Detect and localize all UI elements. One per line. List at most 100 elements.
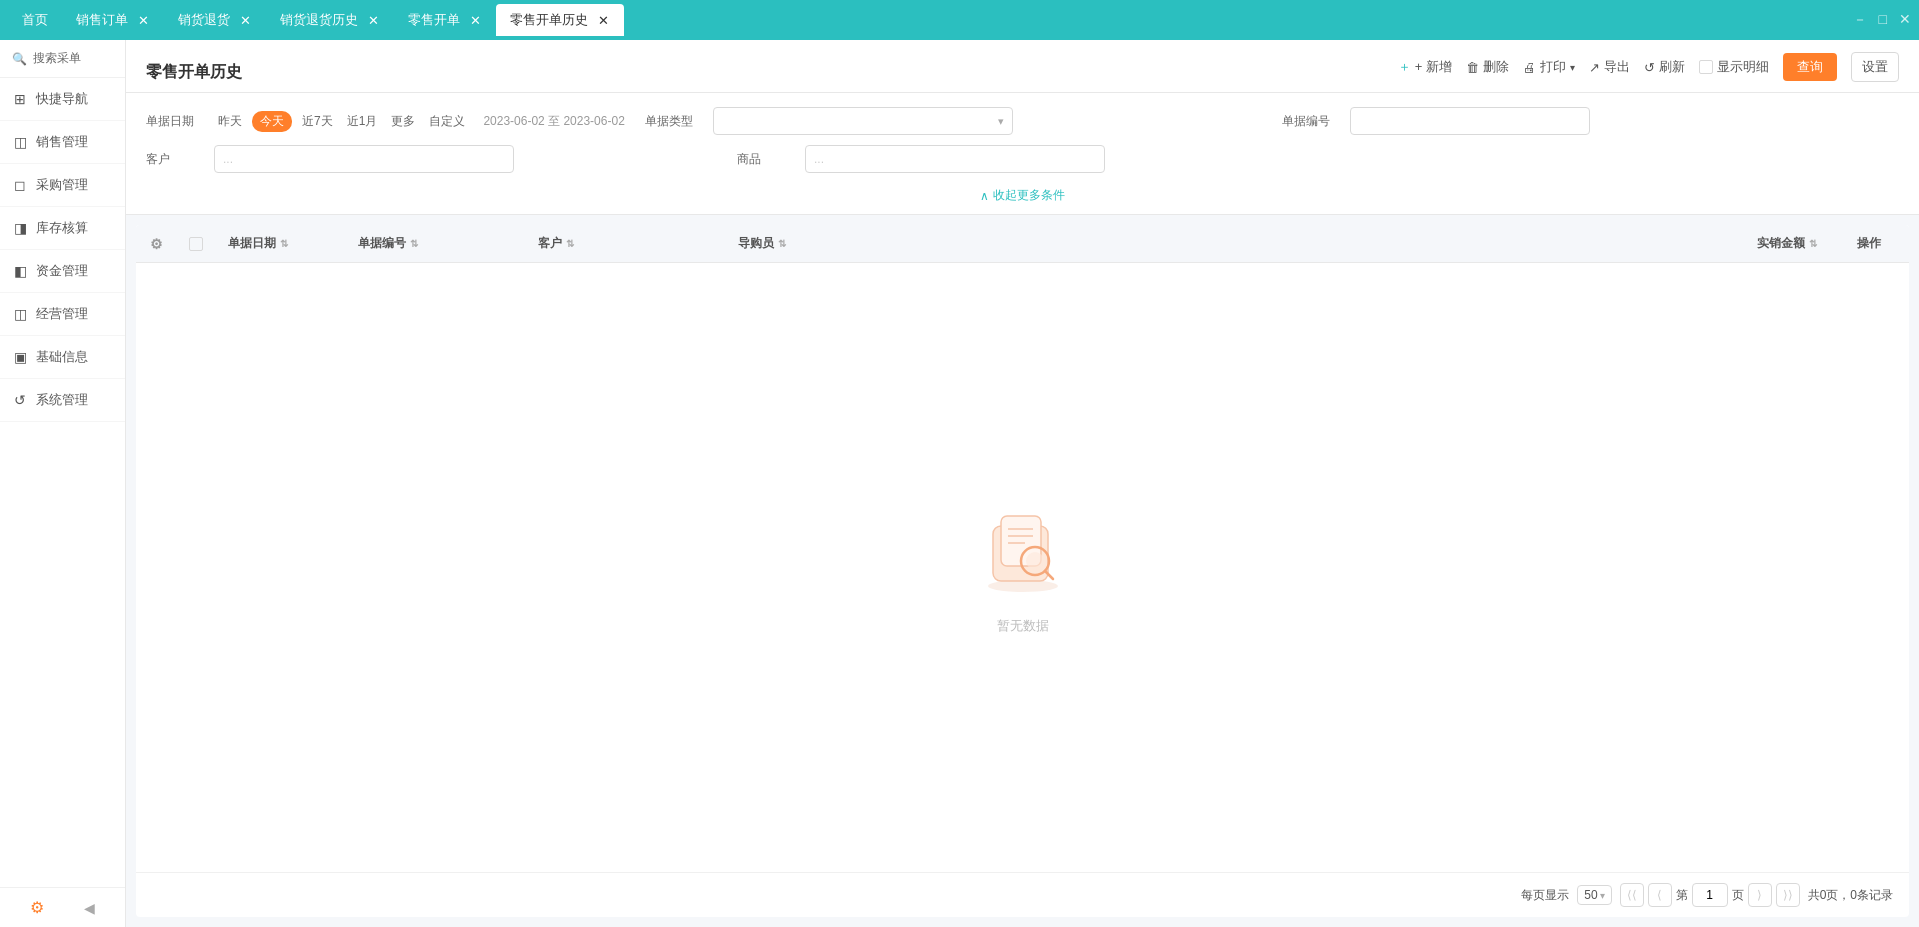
sidebar-item-finance[interactable]: ◧ 资金管理: [0, 250, 125, 293]
page-prev-btn[interactable]: ⟨: [1648, 883, 1672, 907]
tab-sales-return-history[interactable]: 销货退货历史 ✕: [266, 4, 394, 36]
sidebar: 🔍 搜索采单 ⊞ 快捷导航 ◫ 销售管理 ◻ 采购管理 ◨ 库存核算 ◧ 资金管…: [0, 40, 126, 927]
date-btn-7days[interactable]: 近7天: [298, 111, 337, 132]
num-filter-input[interactable]: [1350, 107, 1590, 135]
th-amount-label: 实销金额: [1757, 235, 1805, 252]
sidebar-item-inventory[interactable]: ◨ 库存核算: [0, 207, 125, 250]
add-button[interactable]: ＋ + 新增: [1398, 58, 1452, 76]
customer-filter-label: 客户: [146, 151, 206, 168]
th-checkbox-all[interactable]: [176, 227, 216, 261]
tab-retail-open-history[interactable]: 零售开单历史 ✕: [496, 4, 624, 36]
goods-filter-select[interactable]: ...: [805, 145, 1105, 173]
page-first-btn[interactable]: ⟨⟨: [1620, 883, 1644, 907]
column-settings-icon[interactable]: ⚙: [150, 236, 163, 252]
quick-nav-icon: ⊞: [12, 91, 28, 107]
sidebar-search-label: 搜索采单: [33, 50, 81, 67]
export-button[interactable]: ↗ 导出: [1589, 58, 1630, 76]
th-date-label: 单据日期: [228, 235, 276, 252]
collapse-icon: ∧: [980, 189, 989, 203]
display-detail-toggle[interactable]: 显示明细: [1699, 58, 1769, 76]
page-next-btn[interactable]: ⟩: [1748, 883, 1772, 907]
num-filter-group: 单据编号: [1282, 107, 1899, 135]
tab-sales-order[interactable]: 销售订单 ✕: [62, 4, 164, 36]
window-controls: － □ ✕: [1853, 11, 1911, 29]
tab-close-retail-open-history[interactable]: ✕: [596, 13, 610, 27]
tab-close-sales-return-history[interactable]: ✕: [366, 13, 380, 27]
type-filter-group: 单据类型 ▾: [645, 107, 1262, 135]
date-filter-label: 单据日期: [146, 113, 206, 130]
basic-info-icon: ▣: [12, 349, 28, 365]
system-icon: ↺: [12, 392, 28, 408]
svg-point-8: [1026, 552, 1044, 570]
tab-close-sales-order[interactable]: ✕: [136, 13, 150, 27]
date-btn-more[interactable]: 更多: [387, 111, 419, 132]
collapse-more-conditions[interactable]: ∧ 收起更多条件: [146, 183, 1899, 204]
date-btn-today[interactable]: 今天: [252, 111, 292, 132]
print-button[interactable]: 🖨 打印 ▾: [1523, 58, 1575, 76]
select-all-checkbox[interactable]: [189, 237, 203, 251]
type-filter-select[interactable]: ▾: [713, 107, 1013, 135]
pagination: 每页显示 50 ▾ ⟨⟨ ⟨ 第 页 ⟩ ⟩⟩ 共0页，0条记录: [136, 872, 1909, 917]
sidebar-item-basic-info[interactable]: ▣ 基础信息: [0, 336, 125, 379]
th-amount[interactable]: 实销金额 ⇅: [1709, 225, 1829, 262]
delete-icon: 🗑: [1466, 60, 1479, 75]
customer-placeholder: ...: [223, 152, 233, 166]
close-btn[interactable]: ✕: [1899, 11, 1911, 29]
empty-text: 暂无数据: [997, 617, 1049, 635]
sidebar-bottom: ⚙ ◀: [0, 887, 125, 927]
num-filter-label: 单据编号: [1282, 113, 1342, 130]
refresh-button[interactable]: ↺ 刷新: [1644, 58, 1685, 76]
sidebar-search[interactable]: 🔍 搜索采单: [0, 40, 125, 78]
customer-filter-group: 客户 ...: [146, 145, 717, 173]
th-num[interactable]: 单据编号 ⇅: [346, 225, 526, 262]
page-number-input[interactable]: [1692, 883, 1728, 907]
checkbox-display-detail[interactable]: [1699, 60, 1713, 74]
search-icon: 🔍: [12, 52, 27, 66]
page-size-select[interactable]: 50 ▾: [1577, 885, 1611, 905]
page-last-btn[interactable]: ⟩⟩: [1776, 883, 1800, 907]
sidebar-item-sales-mgmt[interactable]: ◫ 销售管理: [0, 121, 125, 164]
tab-retail-open[interactable]: 零售开单 ✕: [394, 4, 496, 36]
date-btn-custom[interactable]: 自定义: [425, 111, 469, 132]
operations-icon: ◫: [12, 306, 28, 322]
sidebar-item-system[interactable]: ↺ 系统管理: [0, 379, 125, 422]
collapse-sidebar-btn[interactable]: ◀: [84, 900, 95, 916]
page-word-ye: 页: [1732, 887, 1744, 904]
th-settings[interactable]: ⚙: [136, 226, 176, 262]
sort-amount-icon: ⇅: [1809, 238, 1817, 249]
sales-mgmt-icon: ◫: [12, 134, 28, 150]
tab-close-retail-open[interactable]: ✕: [468, 13, 482, 27]
content-area: 零售开单历史 ＋ + 新增 🗑 删除 🖨 打印 ▾ ↗ 导出: [126, 40, 1919, 927]
query-button[interactable]: 查询: [1783, 53, 1837, 81]
th-customer-label: 客户: [538, 235, 562, 252]
date-filter-group: 单据日期 昨天 今天 近7天 近1月 更多 自定义 2023-06-02 至 2…: [146, 111, 625, 132]
th-guide[interactable]: 导购员 ⇅: [726, 225, 846, 262]
sidebar-item-purchase-mgmt[interactable]: ◻ 采购管理: [0, 164, 125, 207]
tab-home[interactable]: 首页: [8, 11, 62, 29]
date-quick-btns: 昨天 今天 近7天 近1月 更多 自定义: [214, 111, 469, 132]
maximize-btn[interactable]: □: [1879, 11, 1887, 29]
th-date[interactable]: 单据日期 ⇅: [216, 225, 346, 262]
inventory-icon: ◨: [12, 220, 28, 236]
empty-state: 暂无数据: [136, 263, 1909, 872]
sidebar-item-quick-nav[interactable]: ⊞ 快捷导航: [0, 78, 125, 121]
collapse-label: 收起更多条件: [993, 187, 1065, 204]
sidebar-item-label-quick-nav: 快捷导航: [36, 90, 88, 108]
th-num-label: 单据编号: [358, 235, 406, 252]
customer-filter-select[interactable]: ...: [214, 145, 514, 173]
refresh-icon: ↺: [1644, 60, 1655, 75]
delete-button[interactable]: 🗑 删除: [1466, 58, 1509, 76]
date-btn-1month[interactable]: 近1月: [343, 111, 382, 132]
date-btn-yesterday[interactable]: 昨天: [214, 111, 246, 132]
sort-guide-icon: ⇅: [778, 238, 786, 249]
sidebar-item-operations[interactable]: ◫ 经营管理: [0, 293, 125, 336]
total-info: 共0页，0条记录: [1808, 887, 1893, 904]
minimize-btn[interactable]: －: [1853, 11, 1867, 29]
tab-close-sales-return[interactable]: ✕: [238, 13, 252, 27]
th-customer[interactable]: 客户 ⇅: [526, 225, 726, 262]
settings-bottom-icon[interactable]: ⚙: [30, 898, 44, 917]
main-layout: 🔍 搜索采单 ⊞ 快捷导航 ◫ 销售管理 ◻ 采购管理 ◨ 库存核算 ◧ 资金管…: [0, 40, 1919, 927]
th-action: 操作: [1829, 225, 1909, 262]
tab-sales-return[interactable]: 销货退货 ✕: [164, 4, 266, 36]
settings-button[interactable]: 设置: [1851, 52, 1899, 82]
